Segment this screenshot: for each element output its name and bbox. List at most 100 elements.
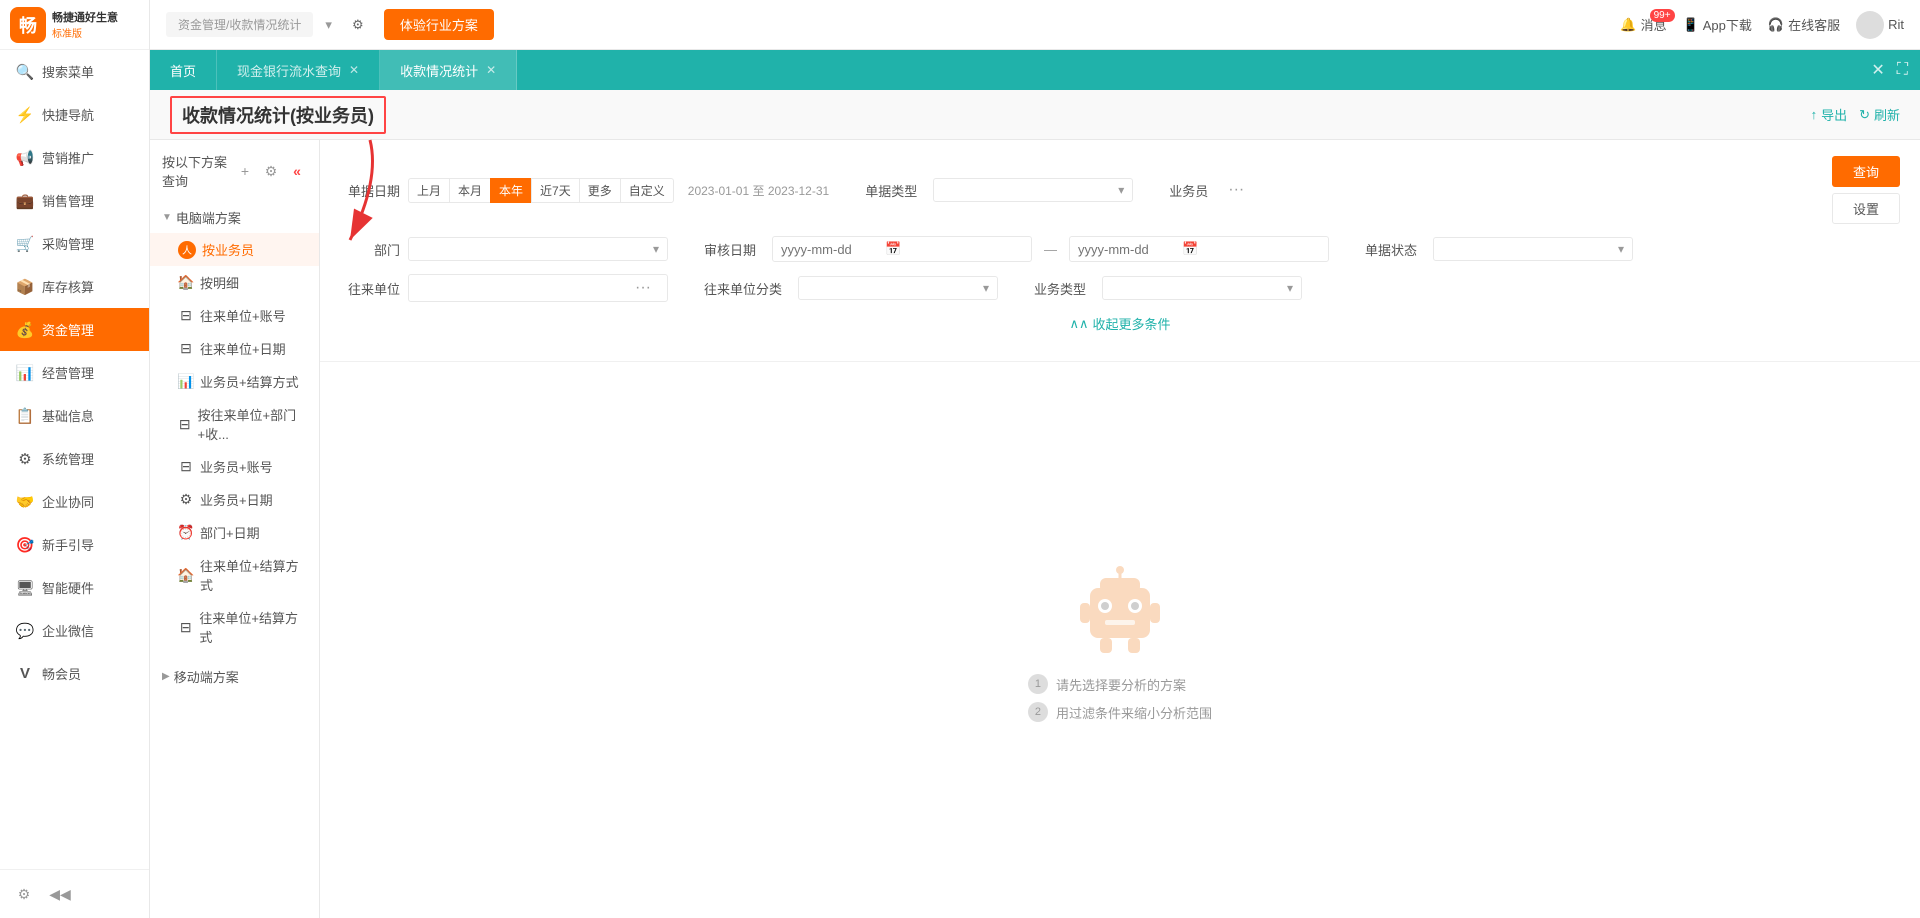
plan-item-partner-settlement1[interactable]: 🏠 往来单位+结算方式	[150, 549, 319, 601]
search-row-1: 单据日期 上月 本月 本年 近7天 更多 自定义 2023-01-01 至 20…	[340, 156, 1900, 224]
plan-item-by-detail[interactable]: 🏠 按明细	[150, 266, 319, 299]
sidebar-item-enterprise[interactable]: 🤝 企业协同	[0, 480, 149, 523]
tab-bank-flow[interactable]: 现金银行流水查询 ✕	[217, 50, 380, 90]
search-area: 单据日期 上月 本月 本年 近7天 更多 自定义 2023-01-01 至 20…	[320, 140, 1920, 362]
empty-tip-1: 1 请先选择要分析的方案	[1028, 674, 1212, 694]
review-date-end-input[interactable]	[1078, 242, 1178, 257]
app-logo: 畅 畅捷通好生意 标准版	[0, 0, 149, 50]
breadcrumb-dropdown[interactable]: ▾	[325, 17, 332, 33]
dept-select[interactable]: ▾	[408, 237, 668, 261]
export-btn[interactable]: ↑ 导出	[1811, 105, 1848, 124]
app-download-btn[interactable]: 📱 App下载	[1683, 15, 1752, 34]
sidebar-item-marketing[interactable]: 📢 营销推广	[0, 136, 149, 179]
sidebar-item-system[interactable]: ⚙ 系统管理	[0, 437, 149, 480]
online-service-btn[interactable]: 🎧 在线客服	[1768, 15, 1840, 34]
query-btn[interactable]: 查询	[1832, 156, 1900, 187]
business-type-label: 业务类型	[1034, 279, 1086, 298]
tab-receipt-stats-close[interactable]: ✕	[486, 63, 496, 77]
sidebar-item-member[interactable]: V 畅会员	[0, 652, 149, 695]
left-panel: 按以下方案查询 + ⚙ « ▼ 电脑端方案 人 按业务员 🏠	[150, 140, 320, 918]
doc-status-field: 单据状态 ▾	[1365, 237, 1633, 261]
tab-bank-flow-close[interactable]: ✕	[349, 63, 359, 77]
guide-icon: 🎯	[16, 536, 34, 554]
sidebar-item-sales[interactable]: 💼 销售管理	[0, 179, 149, 222]
plan-item-dept-date[interactable]: ⏰ 部门+日期	[150, 516, 319, 549]
sidebar-settings-btn[interactable]: ⚙	[10, 880, 38, 908]
sidebar-item-wechat[interactable]: 💬 企业微信	[0, 609, 149, 652]
sidebar-nav: 🔍 搜索菜单 ⚡ 快捷导航 📢 营销推广 💼 销售管理 🛒 采购管理 📦 库存核…	[0, 50, 149, 869]
plan-item-partner-date[interactable]: ⊟ 往来单位+日期	[150, 332, 319, 365]
trial-btn[interactable]: 体验行业方案	[384, 9, 494, 40]
business-type-select[interactable]: ▾	[1102, 276, 1302, 300]
date-tab-this-year[interactable]: 本年	[490, 178, 531, 203]
partner-category-label: 往来单位分类	[704, 279, 782, 298]
partner-select[interactable]: ···	[408, 274, 668, 302]
salesperson-more-btn[interactable]: ···	[1224, 181, 1248, 199]
salesperson-settlement-icon: 📊	[178, 374, 194, 390]
panel-collapse-btn[interactable]: «	[287, 161, 307, 181]
main-area: 资金管理/收款情况统计 ▾ ⚙ 体验行业方案 🔔 消息 99+ 📱 App下载 …	[150, 0, 1920, 918]
sidebar-item-basic-info[interactable]: 📋 基础信息	[0, 394, 149, 437]
sidebar-collapse-btn[interactable]: ◀◀	[46, 880, 74, 908]
partner-category-field: 往来单位分类 ▾	[704, 276, 998, 300]
sidebar-item-operation[interactable]: 📊 经营管理	[0, 351, 149, 394]
plan-item-by-salesperson[interactable]: 人 按业务员	[150, 233, 319, 266]
sidebar-item-search-menu[interactable]: 🔍 搜索菜单	[0, 50, 149, 93]
plan-item-partner-dept-receipt[interactable]: ⊟ 按往来单位+部门+收...	[150, 398, 319, 450]
date-tab-more[interactable]: 更多	[579, 178, 620, 203]
calendar-start-icon[interactable]: 📅	[885, 241, 901, 257]
date-tab-last-month[interactable]: 上月	[408, 178, 449, 203]
tab-receipt-stats[interactable]: 收款情况统计 ✕	[380, 50, 517, 90]
sidebar-item-inventory[interactable]: 📦 库存核算	[0, 265, 149, 308]
sidebar-item-finance[interactable]: 💰 资金管理	[0, 308, 149, 351]
review-date-start-input[interactable]	[781, 242, 881, 257]
desktop-plan-group-header[interactable]: ▼ 电脑端方案	[150, 202, 319, 233]
wechat-icon: 💬	[16, 622, 34, 640]
doc-type-label: 单据类型	[865, 181, 917, 200]
salesperson-label: 业务员	[1169, 181, 1208, 200]
doc-type-select[interactable]: ▾	[933, 178, 1133, 202]
plan-item-salesperson-date[interactable]: ⚙ 业务员+日期	[150, 483, 319, 516]
settings-btn[interactable]: 设置	[1832, 193, 1900, 224]
collapse-more-btn[interactable]: ∧∧ 收起更多条件	[340, 314, 1900, 333]
page-header: 收款情况统计(按业务员) ↑ 导出 ↻ 刷新	[150, 90, 1920, 140]
inventory-icon: 📦	[16, 278, 34, 296]
sidebar-item-guide[interactable]: 🎯 新手引导	[0, 523, 149, 566]
plan-item-partner-account[interactable]: ⊟ 往来单位+账号	[150, 299, 319, 332]
doc-status-select[interactable]: ▾	[1433, 237, 1633, 261]
tabs-close-btn[interactable]: ✕	[1871, 60, 1884, 80]
notification-btn[interactable]: 🔔 消息 99+	[1620, 15, 1666, 34]
partner-dept-icon: ⊟	[178, 416, 191, 432]
partner-dots[interactable]: ···	[631, 279, 655, 297]
business-type-arrow: ▾	[1287, 281, 1293, 295]
partner-settlement1-icon: 🏠	[178, 567, 194, 583]
business-type-field: 业务类型 ▾	[1034, 276, 1302, 300]
topbar-gear-icon[interactable]: ⚙	[344, 11, 372, 39]
date-tab-custom[interactable]: 自定义	[620, 178, 674, 203]
user-avatar[interactable]: Rit	[1856, 11, 1904, 39]
plan-item-partner-settlement2[interactable]: ⊟ 往来单位+结算方式	[150, 601, 319, 653]
refresh-btn[interactable]: ↻ 刷新	[1859, 105, 1900, 124]
partner-date-icon: ⊟	[178, 341, 194, 357]
tab-home[interactable]: 首页	[150, 50, 217, 90]
sidebar-item-purchase[interactable]: 🛒 采购管理	[0, 222, 149, 265]
partner-account-icon: ⊟	[178, 308, 194, 324]
partner-category-select[interactable]: ▾	[798, 276, 998, 300]
calendar-end-icon[interactable]: 📅	[1182, 241, 1198, 257]
plan-settings-btn[interactable]: ⚙	[261, 161, 281, 181]
sidebar-item-quick-nav[interactable]: ⚡ 快捷导航	[0, 93, 149, 136]
operation-icon: 📊	[16, 364, 34, 382]
tabs-expand-btn[interactable]: ⛶	[1897, 61, 1908, 79]
sidebar: 畅 畅捷通好生意 标准版 🔍 搜索菜单 ⚡ 快捷导航 📢 营销推广 💼 销售管理…	[0, 0, 150, 918]
add-plan-btn[interactable]: +	[235, 161, 255, 181]
doc-type-arrow: ▾	[1118, 183, 1124, 197]
date-tab-this-month[interactable]: 本月	[449, 178, 490, 203]
sidebar-item-smart-hw[interactable]: 🖥 智能硬件	[0, 566, 149, 609]
dept-arrow: ▾	[653, 242, 659, 256]
tip1-num: 1	[1028, 674, 1048, 694]
date-tab-7days[interactable]: 近7天	[531, 178, 579, 203]
plan-item-salesperson-account[interactable]: ⊟ 业务员+账号	[150, 450, 319, 483]
plan-item-salesperson-settlement[interactable]: 📊 业务员+结算方式	[150, 365, 319, 398]
mobile-plan-group-header[interactable]: ▶ 移动端方案	[150, 661, 319, 692]
finance-icon: 💰	[16, 321, 34, 339]
